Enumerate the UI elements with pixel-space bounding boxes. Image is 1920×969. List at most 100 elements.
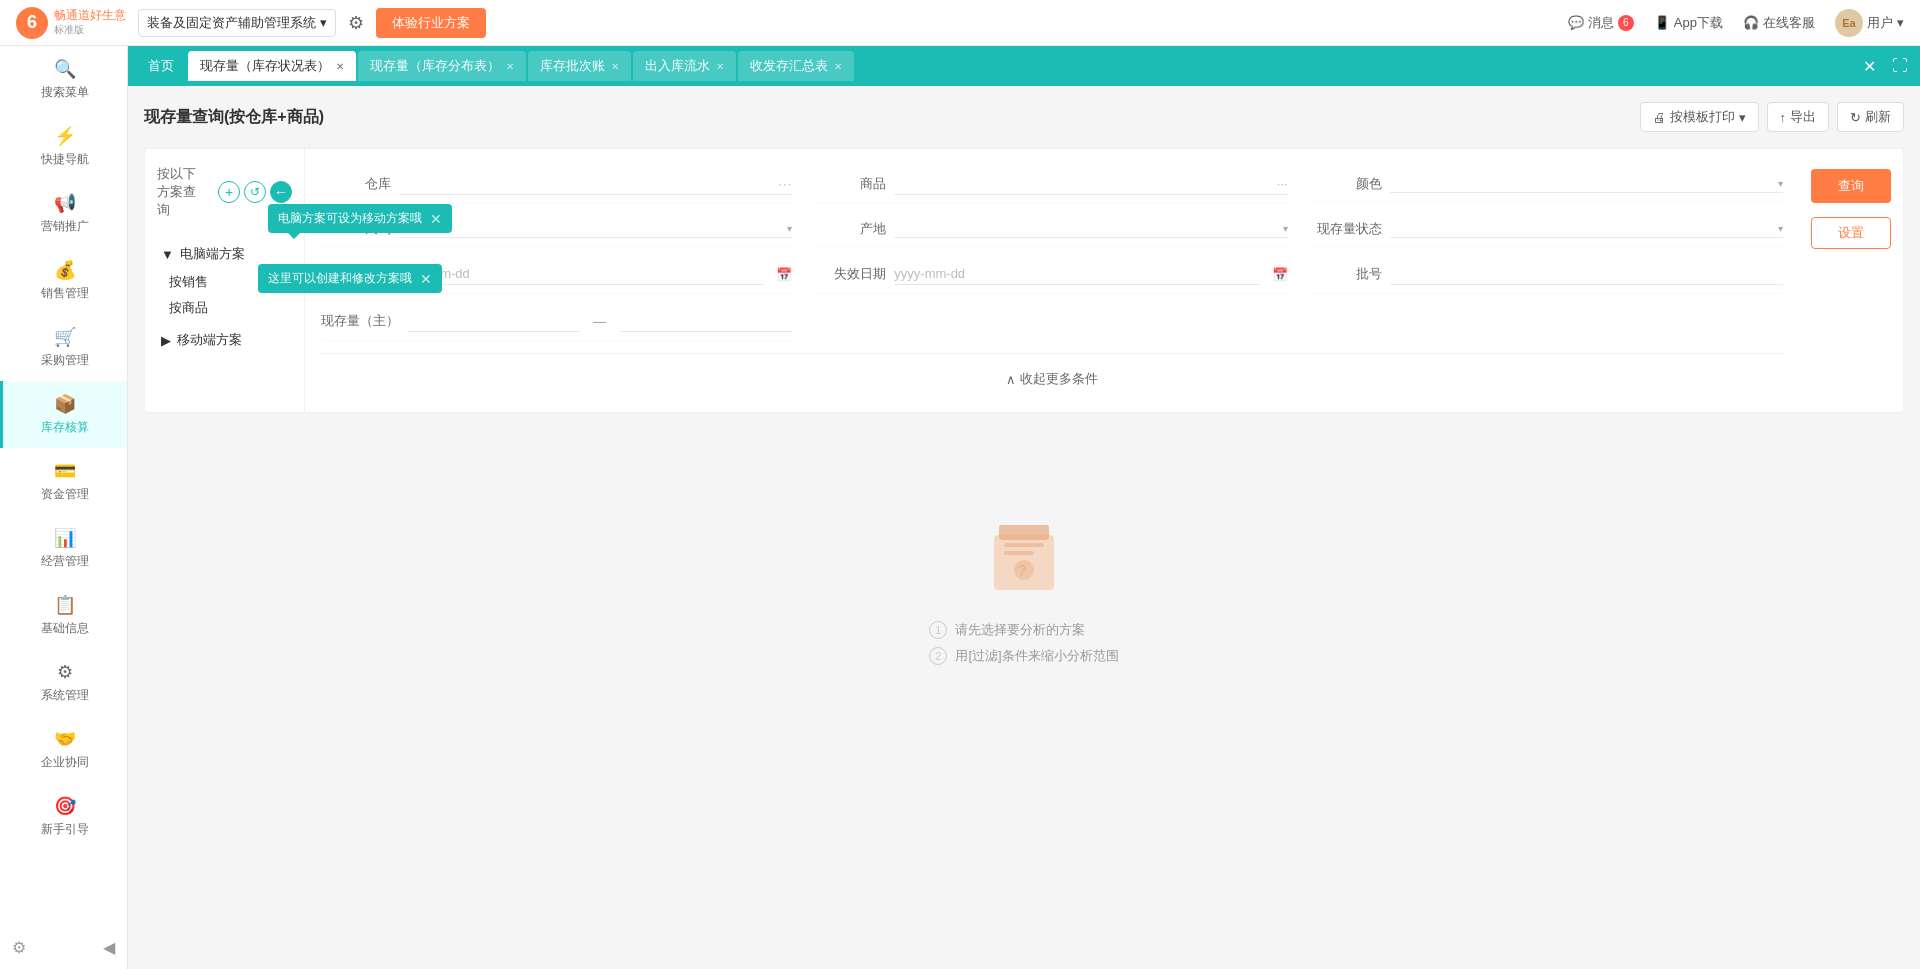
print-dropdown-icon: ▾ — [1739, 110, 1746, 125]
tab-close-inventory-status[interactable]: ✕ — [336, 61, 344, 72]
mobile-scheme-group: ▶ 移动端方案 — [145, 325, 304, 355]
setup-button[interactable]: 设置 — [1811, 217, 1891, 249]
operations-icon: 📊 — [54, 527, 76, 549]
sidebar-item-operations[interactable]: 📊经营管理 — [0, 515, 127, 582]
scheme-arrow-button[interactable]: ← — [270, 181, 292, 203]
filter-label: 按以下方案查询 — [157, 165, 206, 219]
empty-step-2: 2 用[过滤]条件来缩小分析范围 — [929, 647, 1118, 665]
add-scheme-button[interactable]: + — [218, 181, 240, 203]
online-service-button[interactable]: 🎧 在线客服 — [1743, 14, 1815, 32]
system-selector[interactable]: 装备及固定资产辅助管理系统 ▾ — [138, 9, 336, 37]
expire-date-label: 失效日期 — [816, 265, 886, 283]
warehouse-dots: ··· — [778, 176, 792, 191]
stock-main-to-input[interactable] — [620, 310, 792, 332]
sidebar-item-inventory[interactable]: 📦库存核算 — [0, 381, 127, 448]
search-menu-icon: 🔍 — [54, 58, 76, 80]
page-title: 现存量查询(按仓库+商品) — [144, 107, 324, 128]
tab-close-batch-ledger[interactable]: ✕ — [611, 61, 619, 72]
purchase-icon: 🛒 — [54, 326, 76, 348]
tab-close-all-icon[interactable]: ✕ — [1859, 53, 1880, 80]
color-select[interactable]: ▾ — [1390, 175, 1783, 193]
tab-inventory-status[interactable]: 现存量（库存状况表）✕ — [188, 51, 356, 81]
prod-date-calendar-icon[interactable]: 📅 — [776, 267, 792, 282]
sidebar-item-basic-info[interactable]: 📋基础信息 — [0, 582, 127, 649]
empty-step-1: 1 请先选择要分析的方案 — [929, 621, 1118, 639]
tooltip1-text: 电脑方案可设为移动方案哦 — [278, 210, 422, 227]
sales-icon: 💰 — [54, 259, 76, 281]
edit-scheme-button[interactable]: ↺ — [244, 181, 266, 203]
tab-home[interactable]: 首页 — [136, 51, 186, 81]
quick-nav-label: 快捷导航 — [41, 151, 89, 168]
settings-icon[interactable]: ⚙ — [348, 12, 364, 34]
svg-rect-2 — [1004, 543, 1044, 547]
sidebar-item-sales[interactable]: 💰销售管理 — [0, 247, 127, 314]
sidebar-item-purchase[interactable]: 🛒采购管理 — [0, 314, 127, 381]
brand-name: 畅通道好生意 — [54, 8, 126, 24]
sidebar-item-system[interactable]: ⚙系统管理 — [0, 649, 127, 716]
tooltip2-text: 这里可以创建和修改方案哦 — [268, 270, 412, 287]
origin-caret: ▾ — [1283, 223, 1288, 234]
mobile-scheme-header[interactable]: ▶ 移动端方案 — [145, 325, 304, 355]
tab-close-inventory-dist[interactable]: ✕ — [506, 61, 514, 72]
goods-select[interactable]: ··· — [894, 173, 1287, 195]
quick-nav-icon: ⚡ — [54, 125, 76, 147]
stock-main-from-input[interactable] — [407, 310, 579, 332]
size-caret: ▾ — [787, 223, 792, 234]
collapse-button[interactable]: ∧ 收起更多条件 — [998, 362, 1106, 396]
stock-main-label: 现存量（主） — [321, 312, 399, 330]
sidebar-collapse-icon[interactable]: ◀ — [103, 938, 115, 957]
guide-icon: 🎯 — [54, 795, 76, 817]
search-menu-label: 搜索菜单 — [41, 84, 89, 101]
app-download-button[interactable]: 📱 App下载 — [1654, 14, 1723, 32]
sidebar-settings-icon[interactable]: ⚙ — [12, 938, 26, 957]
sidebar-item-finance[interactable]: 💳资金管理 — [0, 448, 127, 515]
sidebar-item-enterprise[interactable]: 🤝企业协同 — [0, 716, 127, 783]
tab-in-out-flow[interactable]: 出入库流水 ✕ — [633, 51, 736, 81]
export-button[interactable]: ↑ 导出 — [1767, 102, 1830, 132]
tab-recv-summary[interactable]: 收发存汇总表✕ — [738, 51, 854, 81]
messages-button[interactable]: 💬 消息 6 — [1568, 14, 1634, 32]
logo: 6 畅通道好生意 标准版 — [16, 7, 126, 39]
tooltip1-close-button[interactable]: ✕ — [430, 211, 442, 227]
origin-select[interactable]: ▾ — [894, 220, 1287, 238]
expire-date-calendar-icon[interactable]: 📅 — [1272, 267, 1288, 282]
stock-main-separator: — — [593, 314, 606, 329]
sidebar-item-quick-nav[interactable]: ⚡ 快捷导航 — [0, 113, 127, 180]
inventory-icon: 📦 — [54, 393, 76, 415]
system-label: 系统管理 — [41, 687, 89, 704]
tab-bar: 首页现存量（库存状况表）✕现存量（库存分布表）✕库存批次账✕出入库流水✕收发存汇… — [128, 46, 1920, 86]
tab-fullscreen-icon[interactable]: ⛶ — [1888, 53, 1912, 79]
trial-button[interactable]: 体验行业方案 — [376, 8, 486, 38]
batch-input[interactable] — [1390, 263, 1783, 285]
size-select[interactable]: ▾ — [399, 220, 792, 238]
tab-close-recv-summary[interactable]: ✕ — [834, 61, 842, 72]
sidebar-item-search-menu[interactable]: 🔍 搜索菜单 — [0, 46, 127, 113]
basic-info-icon: 📋 — [54, 594, 76, 616]
desktop-scheme-label: 电脑端方案 — [180, 245, 245, 263]
print-button[interactable]: 🖨 按模板打印 ▾ — [1640, 102, 1759, 132]
warehouse-select[interactable]: ··· — [399, 173, 792, 195]
user-dropdown-icon: ▾ — [1897, 15, 1904, 30]
stock-status-select[interactable]: ▾ — [1390, 220, 1783, 238]
empty-illustration: ? — [974, 505, 1074, 605]
empty-steps: 1 请先选择要分析的方案 2 用[过滤]条件来缩小分析范围 — [929, 621, 1118, 665]
sidebar-item-marketing[interactable]: 📢营销推广 — [0, 180, 127, 247]
color-caret: ▾ — [1778, 178, 1783, 189]
tab-inventory-dist[interactable]: 现存量（库存分布表）✕ — [358, 51, 526, 81]
scheme-item-goods[interactable]: 按商品 — [145, 295, 304, 321]
prod-date-input[interactable] — [399, 263, 764, 285]
sidebar-item-guide[interactable]: 🎯新手引导 — [0, 783, 127, 850]
tooltip2-close-button[interactable]: ✕ — [420, 271, 432, 287]
stock-status-field: 现存量状态 ▾ — [1312, 212, 1783, 247]
brand-sub: 标准版 — [54, 23, 126, 37]
origin-label: 产地 — [816, 220, 886, 238]
tab-close-in-out-flow[interactable]: ✕ — [716, 61, 724, 72]
tab-label: 出入库流水 — [645, 57, 710, 75]
export-icon: ↑ — [1780, 110, 1787, 125]
tab-batch-ledger[interactable]: 库存批次账✕ — [528, 51, 631, 81]
expire-date-input[interactable] — [894, 263, 1259, 285]
refresh-button[interactable]: ↻ 刷新 — [1837, 102, 1904, 132]
user-menu[interactable]: Ea 用户 ▾ — [1835, 9, 1904, 37]
warehouse-field: 仓库 ··· — [321, 165, 792, 204]
query-button[interactable]: 查询 — [1811, 169, 1891, 203]
